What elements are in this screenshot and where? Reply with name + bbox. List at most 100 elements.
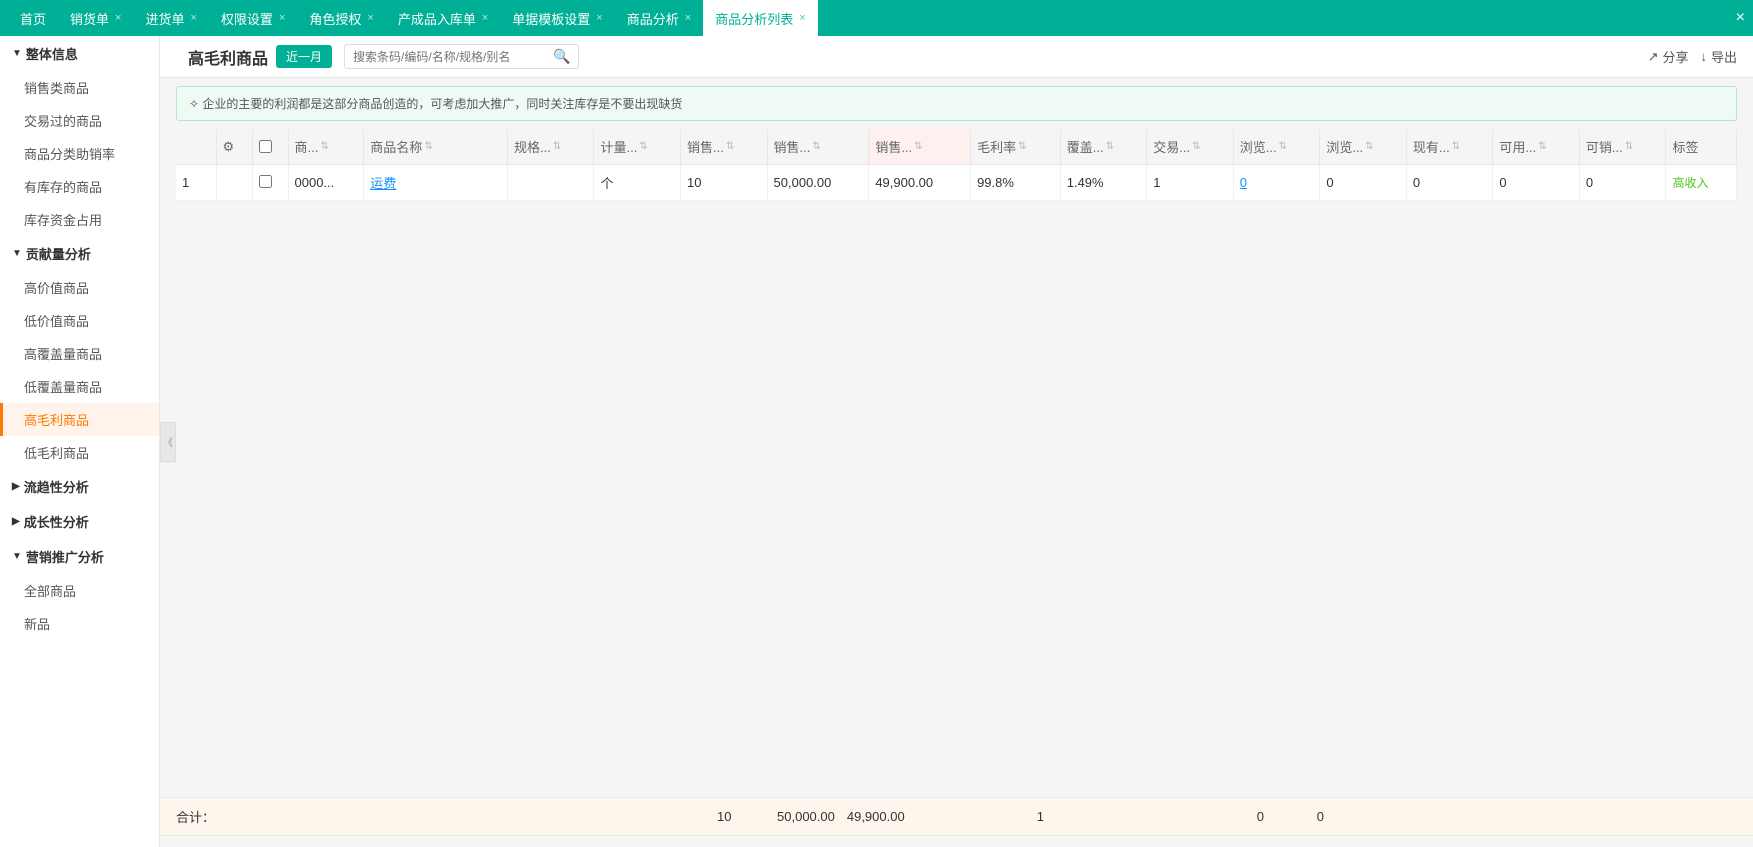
nav-product-inbound[interactable]: 产成品入库单 × bbox=[386, 0, 500, 36]
arrow-icon-overall: ▼ bbox=[12, 48, 22, 59]
close-nav-item-5[interactable]: × bbox=[482, 12, 488, 24]
close-nav-item-7[interactable]: × bbox=[685, 12, 691, 24]
col-available[interactable]: 可用...⇅ bbox=[1493, 129, 1580, 165]
search-input[interactable] bbox=[353, 50, 553, 64]
col-browse2[interactable]: 浏览...⇅ bbox=[1320, 129, 1407, 165]
sidebar-collapse-button[interactable]: 《 bbox=[160, 422, 176, 462]
search-icon[interactable]: 🔍 bbox=[553, 48, 570, 65]
cell-saleqty: 10 bbox=[681, 165, 768, 201]
close-nav-item-4[interactable]: × bbox=[367, 12, 373, 24]
col-saleqty[interactable]: 销售...⇅ bbox=[681, 129, 768, 165]
cell-index: 1 bbox=[176, 165, 216, 201]
sidebar-item-all-goods[interactable]: 全部商品 bbox=[0, 574, 159, 607]
sidebar-group-growth[interactable]: ▶ 成长性分析 bbox=[0, 504, 159, 539]
nav-home[interactable]: 首页 bbox=[8, 0, 58, 36]
col-coverage[interactable]: 覆盖...⇅ bbox=[1060, 129, 1147, 165]
select-all-checkbox[interactable] bbox=[259, 140, 272, 153]
nav-sales-order[interactable]: 销货单 × bbox=[58, 0, 133, 36]
sort-icon-saleprofit: ⇅ bbox=[914, 141, 922, 152]
col-code[interactable]: 商...⇅ bbox=[288, 129, 364, 165]
sidebar-item-traded-goods[interactable]: 交易过的商品 bbox=[0, 104, 159, 137]
info-banner: ✧ 企业的主要的利润都是这部分商品创造的，可考虑加大推广，同时关注库存是不要出现… bbox=[176, 86, 1737, 121]
arrow-icon-contribution: ▼ bbox=[12, 248, 22, 259]
nav-permission-settings[interactable]: 权限设置 × bbox=[209, 0, 297, 36]
sidebar-group-marketing[interactable]: ▼ 营销推广分析 bbox=[0, 539, 159, 574]
row-checkbox[interactable] bbox=[259, 175, 272, 188]
sidebar-item-capital[interactable]: 库存资金占用 bbox=[0, 203, 159, 236]
sidebar-item-low-coverage[interactable]: 低覆盖量商品 bbox=[0, 370, 159, 403]
footer-current: 0 bbox=[1251, 809, 1311, 824]
col-settings[interactable]: ⚙ bbox=[216, 129, 252, 165]
bottom-scrollbar[interactable] bbox=[160, 835, 1753, 847]
nav-purchase-order[interactable]: 进货单 × bbox=[133, 0, 208, 36]
sidebar-group-trend[interactable]: ▶ 流趋性分析 bbox=[0, 469, 159, 504]
col-unit[interactable]: 计量...⇅ bbox=[594, 129, 681, 165]
close-nav-item-3[interactable]: × bbox=[279, 12, 285, 24]
table-wrapper: ⚙ 商...⇅ 商品名称⇅ 规格...⇅ 计量...⇅ 销售...⇅ 销售...… bbox=[160, 129, 1753, 797]
nav-role-auth[interactable]: 角色授权 × bbox=[297, 0, 385, 36]
sidebar-item-new-goods[interactable]: 新品 bbox=[0, 607, 159, 640]
sidebar-item-category-assist[interactable]: 商品分类助销率 bbox=[0, 137, 159, 170]
sidebar-group-contribution[interactable]: ▼ 贡献量分析 bbox=[0, 236, 159, 271]
sort-icon-unit: ⇅ bbox=[639, 141, 647, 152]
col-current[interactable]: 现有...⇅ bbox=[1406, 129, 1493, 165]
nav-product-analysis[interactable]: 商品分析 × bbox=[615, 0, 703, 36]
col-grossmargin[interactable]: 毛利率⇅ bbox=[971, 129, 1061, 165]
sort-icon-browse1: ⇅ bbox=[1279, 141, 1287, 152]
col-browse1[interactable]: 浏览...⇅ bbox=[1233, 129, 1320, 165]
table-row: 1 0000... 运费 个 10 50,000.00 49,900.00 99… bbox=[176, 165, 1737, 201]
export-button[interactable]: ↓ 导出 bbox=[1700, 47, 1737, 66]
col-checkbox[interactable] bbox=[252, 129, 288, 165]
arrow-icon-growth: ▶ bbox=[12, 516, 20, 527]
close-window-button[interactable]: × bbox=[1736, 9, 1745, 27]
sidebar-item-high-margin[interactable]: 高毛利商品 bbox=[0, 403, 159, 436]
cell-browse2: 0 bbox=[1320, 165, 1407, 201]
cell-coverage: 1.49% bbox=[1060, 165, 1147, 201]
close-nav-item-2[interactable]: × bbox=[190, 12, 196, 24]
cell-name[interactable]: 运费 bbox=[364, 165, 508, 201]
sort-icon-code: ⇅ bbox=[320, 141, 328, 152]
sort-icon-coverage: ⇅ bbox=[1106, 141, 1114, 152]
table-footer: 合计： 10 50,000.00 49,900.00 1 0 0 bbox=[160, 797, 1753, 835]
sort-icon-saleqty: ⇅ bbox=[726, 141, 734, 152]
sort-icon-name: ⇅ bbox=[424, 141, 432, 152]
cell-checkbox[interactable] bbox=[252, 165, 288, 201]
col-name[interactable]: 商品名称⇅ bbox=[364, 129, 508, 165]
data-table: ⚙ 商...⇅ 商品名称⇅ 规格...⇅ 计量...⇅ 销售...⇅ 销售...… bbox=[176, 129, 1737, 201]
top-nav: 首页 销货单 × 进货单 × 权限设置 × 角色授权 × 产成品入库单 × 单据… bbox=[0, 0, 1753, 36]
col-spec[interactable]: 规格...⇅ bbox=[507, 129, 594, 165]
sidebar-item-low-margin[interactable]: 低毛利商品 bbox=[0, 436, 159, 469]
sidebar-group-overall[interactable]: ▼ 整体信息 bbox=[0, 36, 159, 71]
table-header-row: ⚙ 商...⇅ 商品名称⇅ 规格...⇅ 计量...⇅ 销售...⇅ 销售...… bbox=[176, 129, 1737, 165]
col-tag[interactable]: 标签 bbox=[1666, 129, 1737, 165]
share-button[interactable]: ↗ 分享 bbox=[1648, 47, 1689, 66]
sort-icon-spec: ⇅ bbox=[553, 141, 561, 152]
cell-available: 0 bbox=[1493, 165, 1580, 201]
sort-icon-available: ⇅ bbox=[1538, 141, 1546, 152]
footer-cells: 10 50,000.00 49,900.00 1 0 0 bbox=[231, 809, 1737, 824]
footer-filler1 bbox=[911, 809, 1031, 824]
footer-filler2 bbox=[1091, 809, 1171, 824]
footer-available: 0 bbox=[1311, 809, 1371, 824]
sidebar-item-high-coverage[interactable]: 高覆盖量商品 bbox=[0, 337, 159, 370]
col-saleamount[interactable]: 销售...⇅ bbox=[767, 129, 869, 165]
cell-saleprofit: 49,900.00 bbox=[869, 165, 971, 201]
close-nav-item-1[interactable]: × bbox=[115, 12, 121, 24]
cell-saleamount: 50,000.00 bbox=[767, 165, 869, 201]
col-saleable[interactable]: 可销...⇅ bbox=[1579, 129, 1666, 165]
nav-doc-template[interactable]: 单据模板设置 × bbox=[500, 0, 614, 36]
sidebar-item-low-value[interactable]: 低价值商品 bbox=[0, 304, 159, 337]
period-button[interactable]: 近一月 bbox=[276, 45, 332, 68]
close-nav-item-6[interactable]: × bbox=[596, 12, 602, 24]
close-nav-item-8[interactable]: × bbox=[799, 12, 805, 24]
nav-product-analysis-list[interactable]: 商品分析列表 × bbox=[703, 0, 817, 36]
sidebar-item-sales-goods[interactable]: 销售类商品 bbox=[0, 71, 159, 104]
cell-unit: 个 bbox=[594, 165, 681, 201]
cell-browse1[interactable]: 0 bbox=[1233, 165, 1320, 201]
sidebar-item-high-value[interactable]: 高价值商品 bbox=[0, 271, 159, 304]
sidebar-item-in-stock[interactable]: 有库存的商品 bbox=[0, 170, 159, 203]
content-area: 《 高毛利商品 近一月 🔍 ↗ 分享 ↓ 导出 ✧ 企业的主要的利 bbox=[160, 36, 1753, 847]
col-saleprofit[interactable]: 销售...⇅ bbox=[869, 129, 971, 165]
col-transaction[interactable]: 交易...⇅ bbox=[1147, 129, 1234, 165]
footer-filler3 bbox=[1171, 809, 1251, 824]
